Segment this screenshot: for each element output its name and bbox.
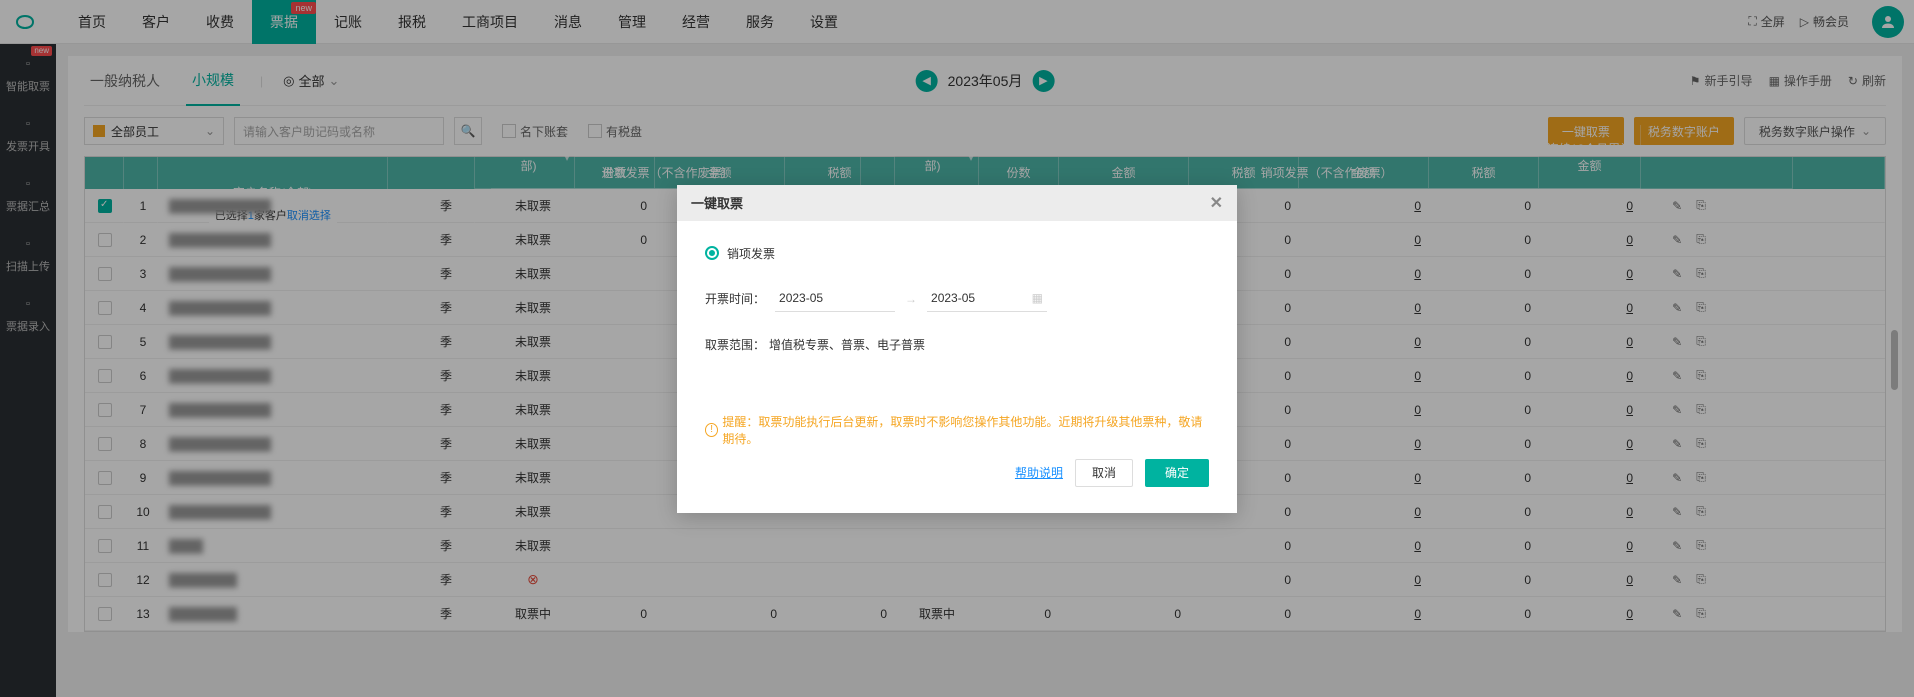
arrow-right-icon: →	[905, 292, 917, 306]
tip-row: ! 提醒：取票功能执行后台更新，取票时不影响您操作其他功能。近期将升级其他票种，…	[705, 413, 1209, 447]
date-row: 开票时间： 2023-05 → 2023-05 ▦	[705, 286, 1209, 312]
modal-footer: 帮助说明 取消 确定	[705, 459, 1209, 505]
scope-label: 取票范围：	[705, 336, 765, 353]
cancel-button[interactable]: 取消	[1075, 459, 1133, 487]
radio-icon	[705, 246, 719, 260]
modal-title: 一键取票	[691, 193, 743, 212]
confirm-button[interactable]: 确定	[1145, 459, 1209, 487]
calendar-icon: ▦	[1032, 291, 1043, 305]
date-from-input[interactable]: 2023-05	[775, 286, 895, 312]
modal-header: 一键取票 ✕	[677, 185, 1237, 221]
warning-icon: !	[705, 423, 718, 437]
date-label: 开票时间：	[705, 290, 765, 307]
close-icon[interactable]: ✕	[1210, 193, 1223, 213]
scope-value: 增值税专票、普票、电子普票	[769, 336, 925, 353]
scope-row: 取票范围： 增值税专票、普票、电子普票	[705, 336, 1209, 353]
one-click-fetch-modal: 一键取票 ✕ 销项发票 开票时间： 2023-05 → 2023-05 ▦ 取票…	[677, 185, 1237, 513]
invoice-type-radio[interactable]: 销项发票	[705, 245, 1209, 262]
date-to-input[interactable]: 2023-05 ▦	[927, 286, 1047, 312]
help-link[interactable]: 帮助说明	[1015, 464, 1063, 481]
modal-body: 销项发票 开票时间： 2023-05 → 2023-05 ▦ 取票范围： 增值税…	[677, 221, 1237, 513]
